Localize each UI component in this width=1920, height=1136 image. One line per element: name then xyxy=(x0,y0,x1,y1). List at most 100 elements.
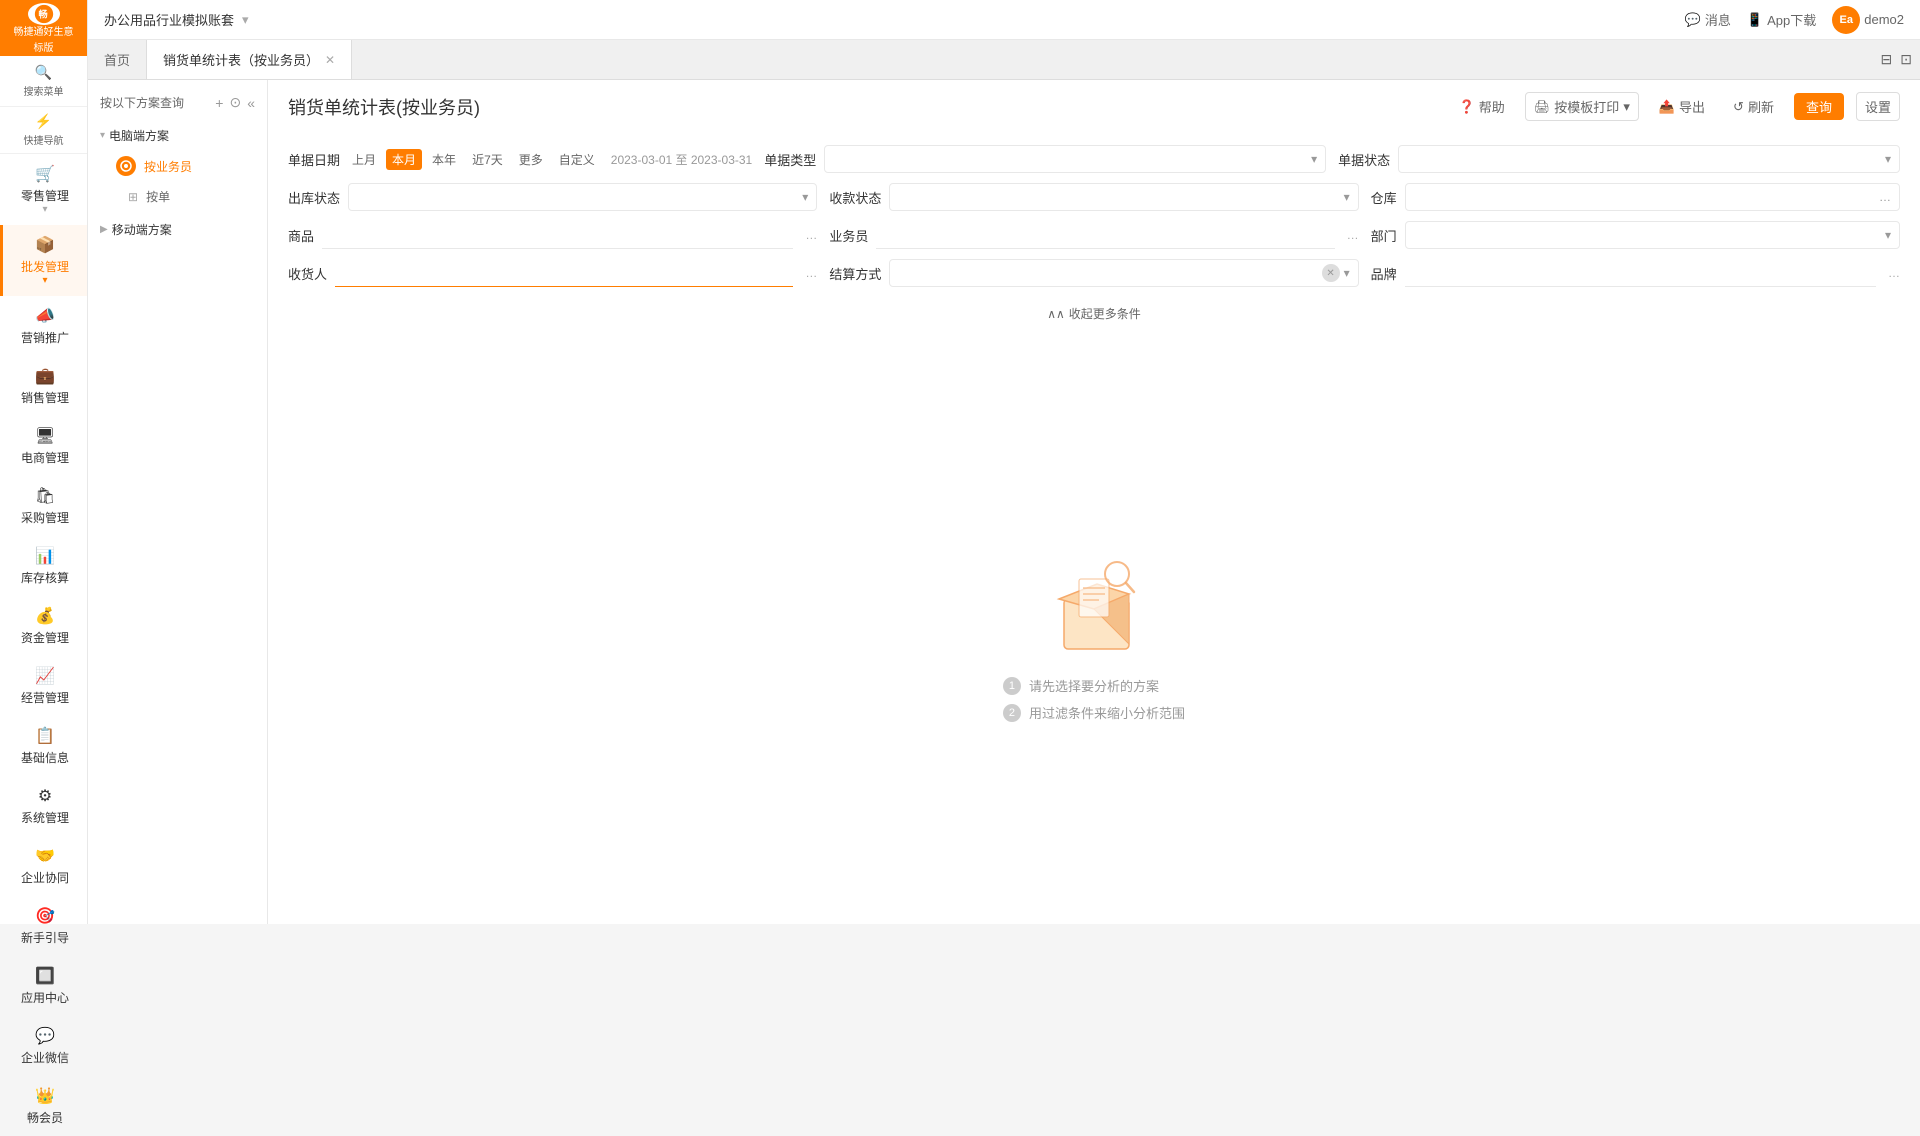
sidebar-item-finance[interactable]: 💰 资金管理 xyxy=(0,596,87,656)
nav-icon: ⚡ xyxy=(35,113,52,130)
sidebar-item-marketing[interactable]: 📣 营销推广 xyxy=(0,296,87,356)
tabbar-maximize-icon[interactable]: ⊡ xyxy=(1900,51,1912,68)
empty-svg xyxy=(1029,544,1159,664)
search-icon: 🔍 xyxy=(35,64,52,81)
payment-clear-btn[interactable]: ✕ xyxy=(1322,264,1340,282)
enterprise-label: 企业协同 xyxy=(21,869,69,886)
filter-row-1: 单据日期 上月 本月 本年 近7天 更多 自定义 2023-03-01 至 20… xyxy=(288,145,1900,173)
chevron-right-icon: ▶ xyxy=(100,224,108,235)
tab-sales-stats[interactable]: 销货单统计表（按业务员） ✕ xyxy=(147,40,352,79)
mobile-group-label: 移动端方案 xyxy=(112,221,172,238)
desktop-group-header[interactable]: ▾ 电脑端方案 xyxy=(88,121,267,150)
sidebar-item-sales[interactable]: 💼 销售管理 xyxy=(0,356,87,416)
sidebar-item-appstore[interactable]: 🔲 应用中心 xyxy=(0,956,87,1016)
salesperson-input[interactable] xyxy=(876,221,1334,249)
last-month-btn[interactable]: 上月 xyxy=(346,149,382,170)
username: demo2 xyxy=(1864,12,1904,27)
this-year-btn[interactable]: 本年 xyxy=(426,149,462,170)
left-panel-actions: + ⊙ « xyxy=(215,94,255,111)
tab-home[interactable]: 首页 xyxy=(88,40,147,79)
user-menu[interactable]: Ea demo2 xyxy=(1832,6,1904,34)
logo-icon: 畅 xyxy=(28,3,60,25)
collapse-label: 收起更多条件 xyxy=(1069,305,1141,322)
print-dropdown-icon[interactable]: ▾ xyxy=(1623,99,1630,115)
retail-label: 零售管理 xyxy=(21,187,69,204)
receipt-status-select[interactable]: ▾ xyxy=(889,183,1358,211)
payment-select[interactable]: ✕ ▾ xyxy=(889,259,1358,287)
purchase-icon: 🛍 xyxy=(35,486,55,506)
sidebar-item-retail[interactable]: 🛒 零售管理 ▾ xyxy=(0,154,87,225)
sidebar-item-inventory[interactable]: 📊 库存核算 xyxy=(0,536,87,596)
consignee-input[interactable] xyxy=(335,259,793,287)
message-icon: 💬 xyxy=(1685,12,1701,28)
warehouse-select[interactable]: … xyxy=(1405,183,1900,211)
doc-type-select[interactable]: ▾ xyxy=(824,145,1326,173)
goods-label: 商品 xyxy=(288,226,314,245)
tab-close-btn[interactable]: ✕ xyxy=(325,53,335,67)
sidebar-item-basic[interactable]: 📋 基础信息 xyxy=(0,716,87,776)
left-panel: 按以下方案查询 + ⊙ « ▾ 电脑端方案 按业务员 xyxy=(88,80,268,924)
refresh-btn[interactable]: ↺ 刷新 xyxy=(1725,93,1782,120)
dept-select[interactable]: ▾ xyxy=(1405,221,1900,249)
tabbar-minimize-icon[interactable]: ⊟ xyxy=(1881,51,1893,68)
app-download-btn[interactable]: 📱 App下载 xyxy=(1747,10,1816,29)
export-btn[interactable]: 📤 导出 xyxy=(1651,93,1713,120)
consignee-dots[interactable]: … xyxy=(805,266,817,280)
sidebar-item-wholesale[interactable]: 📦 批发管理 ▾ xyxy=(0,225,87,296)
marketing-icon: 📣 xyxy=(35,306,55,326)
scheme-by-order[interactable]: ⊞ 按单 xyxy=(88,182,267,211)
consignee-label: 收货人 xyxy=(288,264,327,283)
sidebar-item-wechat[interactable]: 💬 企业微信 xyxy=(0,1016,87,1076)
more-btn[interactable]: 更多 xyxy=(513,149,549,170)
settings-scheme-btn[interactable]: ⊙ xyxy=(229,94,241,111)
last7-btn[interactable]: 近7天 xyxy=(466,149,509,170)
nav-label: 快捷导航 xyxy=(24,132,64,147)
collapse-icon: ∧∧ xyxy=(1047,307,1065,321)
scheme-by-salesperson[interactable]: 按业务员 xyxy=(88,150,267,182)
empty-text: 1 请先选择要分析的方案 2 用过滤条件来缩小分析范围 xyxy=(1003,676,1185,722)
mobile-group-header[interactable]: ▶ 移动端方案 xyxy=(88,215,267,244)
sidebar-item-newbie[interactable]: 🎯 新手引导 xyxy=(0,896,87,956)
goods-dots[interactable]: … xyxy=(805,228,817,242)
filter-out-status: 出库状态 ▾ xyxy=(288,183,817,211)
goods-input[interactable] xyxy=(322,221,793,249)
custom-btn[interactable]: 自定义 xyxy=(553,149,601,170)
settings-btn[interactable]: 设置 xyxy=(1856,92,1900,121)
receipt-status-label: 收款状态 xyxy=(829,188,881,207)
sidebar-item-enterprise[interactable]: 🤝 企业协同 xyxy=(0,836,87,896)
message-btn[interactable]: 💬 消息 xyxy=(1685,10,1731,29)
filter-doc-status: 单据状态 ▾ xyxy=(1338,145,1900,173)
collapse-btn[interactable]: ∧∧ 收起更多条件 xyxy=(288,297,1900,330)
message-label: 消息 xyxy=(1705,10,1731,29)
sidebar-item-operation[interactable]: 📈 经营管理 xyxy=(0,656,87,716)
appstore-label: 应用中心 xyxy=(21,989,69,1006)
wechat-label: 企业微信 xyxy=(21,1049,69,1066)
add-scheme-btn[interactable]: + xyxy=(215,95,223,111)
sidebar-item-ecommerce[interactable]: 🖥 电商管理 xyxy=(0,416,87,476)
doc-status-select[interactable]: ▾ xyxy=(1398,145,1900,173)
out-status-select[interactable]: ▾ xyxy=(348,183,817,211)
help-btn[interactable]: ❓ 帮助 xyxy=(1451,93,1513,120)
empty-illustration xyxy=(1029,544,1159,664)
svg-text:畅: 畅 xyxy=(38,8,47,19)
search-menu[interactable]: 🔍 搜索菜单 xyxy=(0,56,87,107)
app-name: 畅捷通好生意 xyxy=(14,27,74,39)
filter-goods: 商品 … xyxy=(288,221,817,249)
hint-text-1: 请先选择要分析的方案 xyxy=(1029,676,1159,695)
sidebar-item-member[interactable]: 👑 畅会员 xyxy=(0,1076,87,1136)
sidebar-item-system[interactable]: ⚙ 系统管理 xyxy=(0,776,87,836)
quick-nav[interactable]: ⚡ 快捷导航 xyxy=(0,107,87,154)
brand-dots[interactable]: … xyxy=(1888,266,1900,280)
this-month-btn[interactable]: 本月 xyxy=(386,149,422,170)
operation-label: 经营管理 xyxy=(21,689,69,706)
collapse-panel-btn[interactable]: « xyxy=(247,95,255,111)
print-btn[interactable]: 🖨 按模板打印 ▾ xyxy=(1525,92,1639,121)
query-btn[interactable]: 查询 xyxy=(1794,93,1844,120)
workspace-arrow[interactable]: ▾ xyxy=(242,12,249,28)
print-label: 按模板打印 xyxy=(1554,97,1619,116)
sidebar-item-purchase[interactable]: 🛍 采购管理 xyxy=(0,476,87,536)
avatar: Ea xyxy=(1832,6,1860,34)
sidebar: 畅 畅捷通好生意 标版 🔍 搜索菜单 ⚡ 快捷导航 🛒 零售管理 ▾ 📦 批发管… xyxy=(0,0,88,924)
brand-input[interactable] xyxy=(1405,259,1876,287)
salesperson-dots[interactable]: … xyxy=(1347,228,1359,242)
